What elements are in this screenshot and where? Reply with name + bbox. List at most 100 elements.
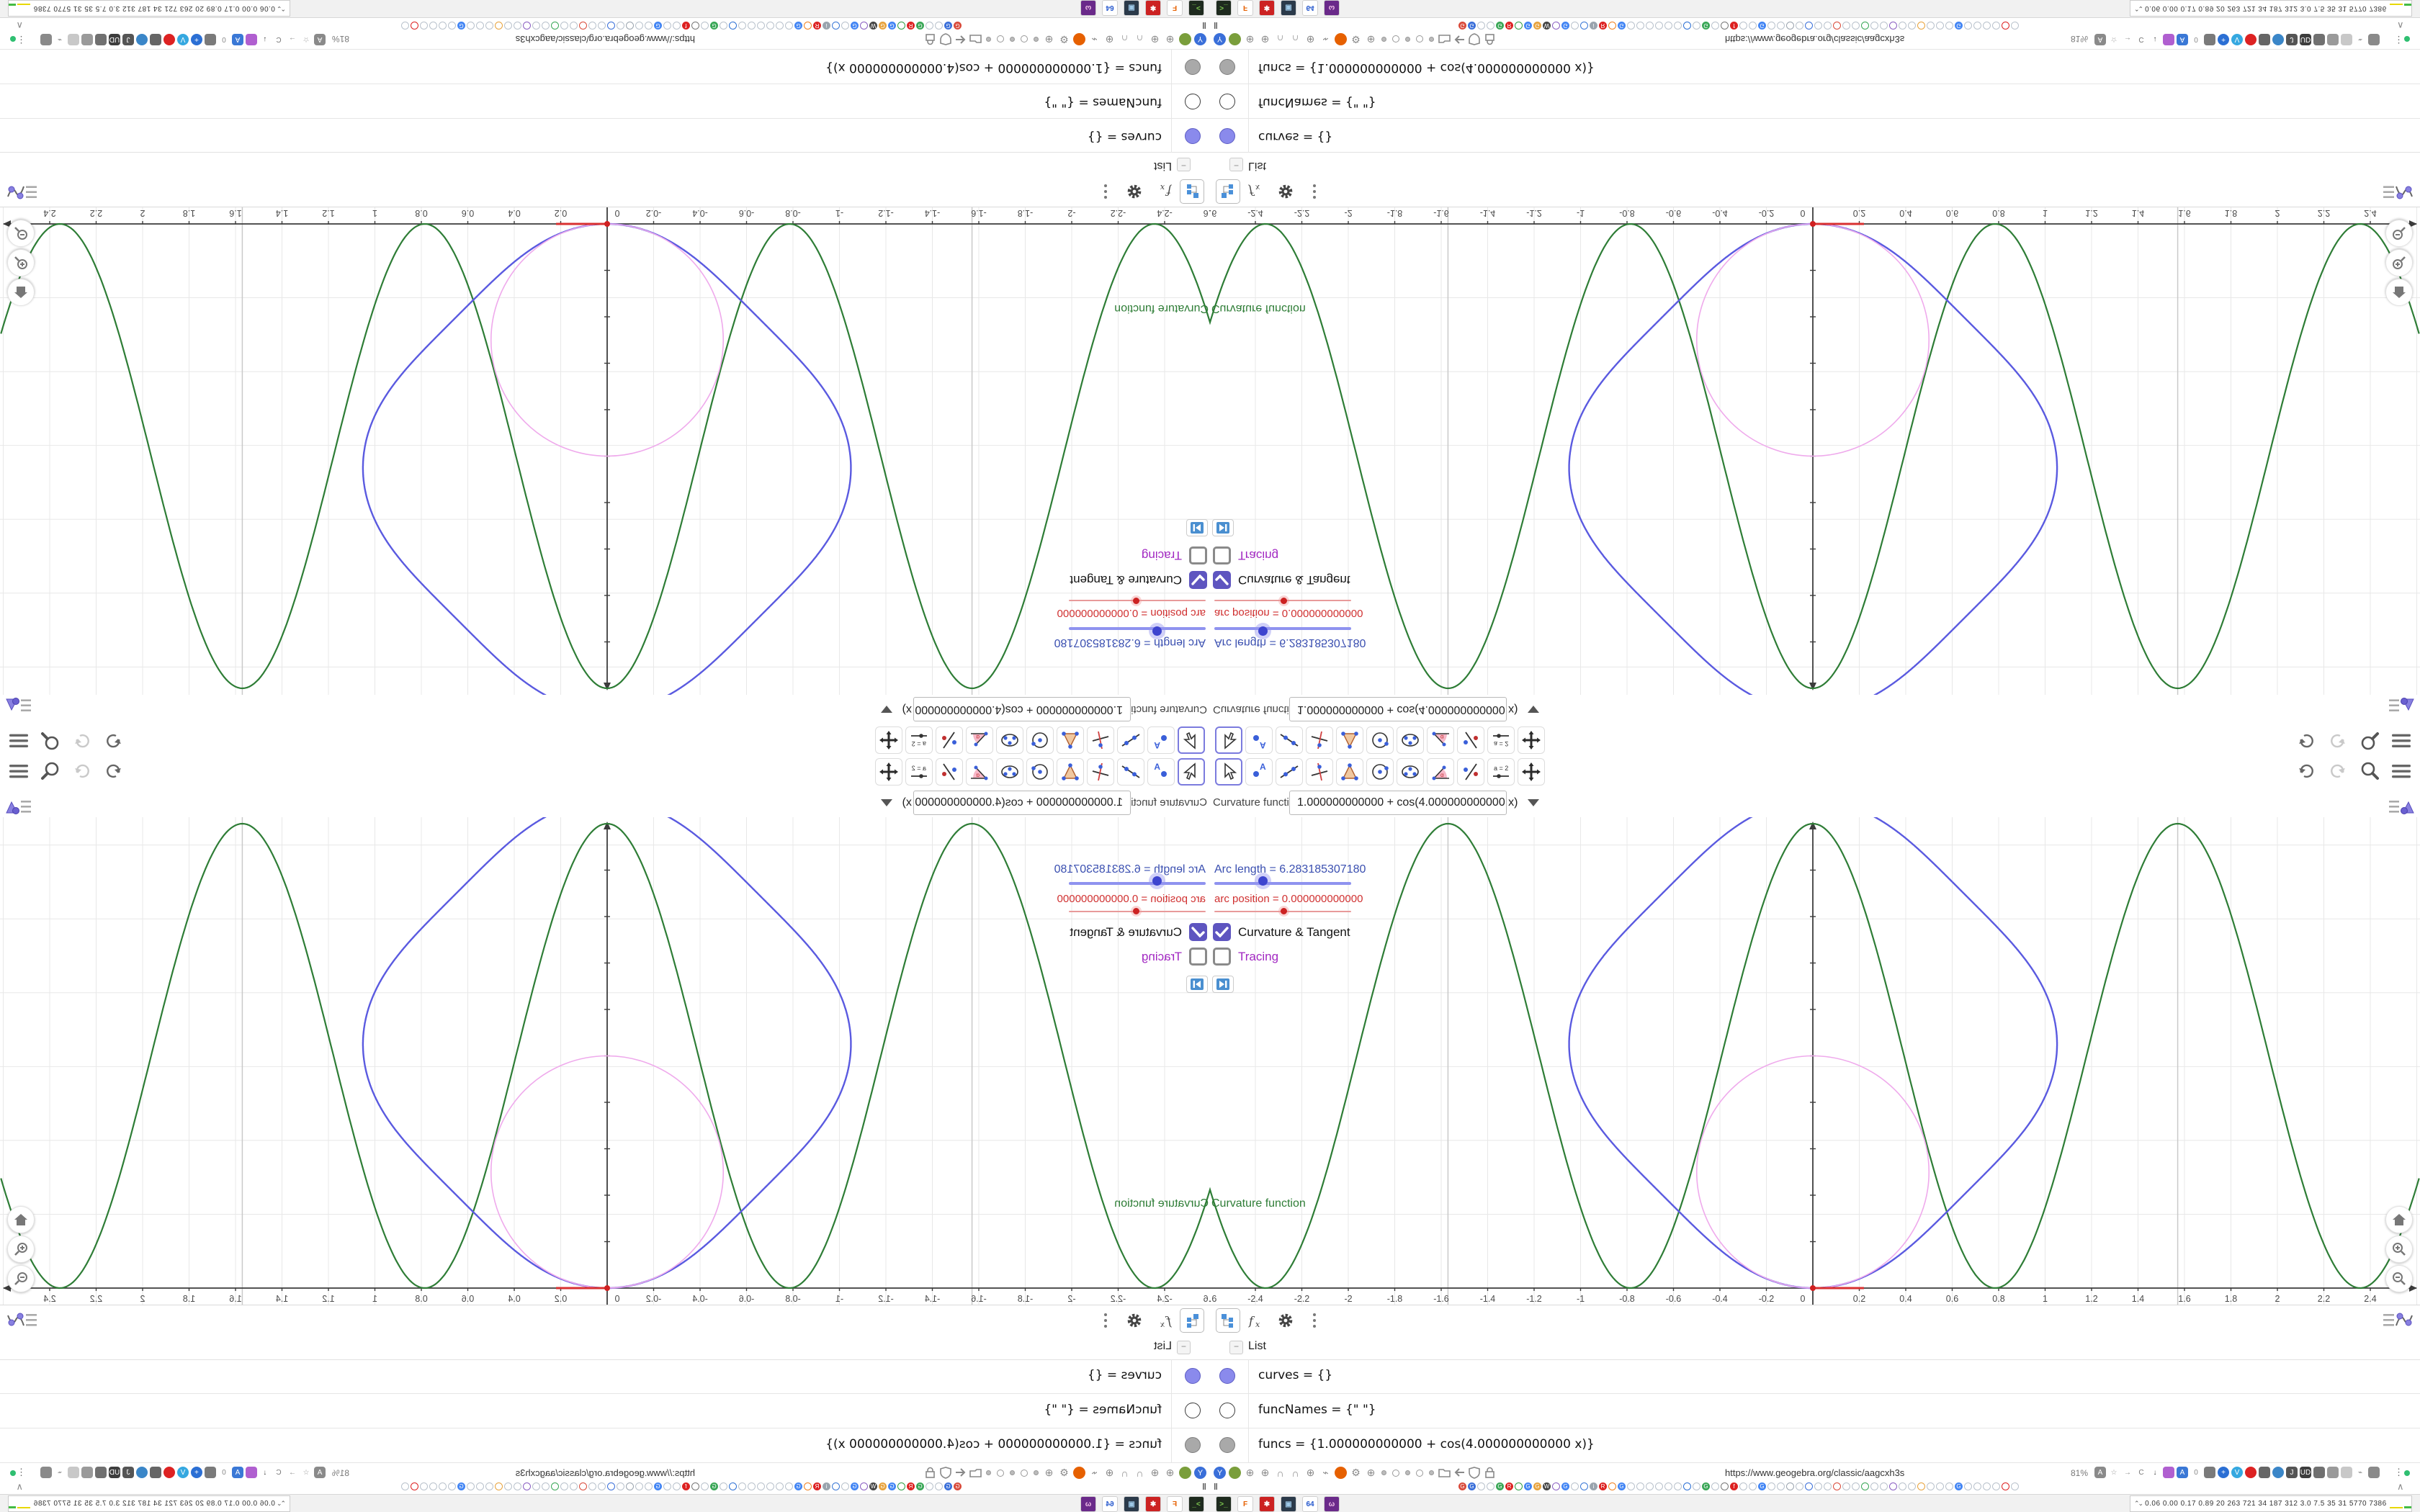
- collapse-list-button[interactable]: −: [1177, 158, 1191, 171]
- bookmark-favicon[interactable]: [626, 22, 634, 30]
- headset-icon[interactable]: ∩: [1134, 33, 1146, 45]
- algebra-expression[interactable]: curves = {}: [1088, 130, 1162, 144]
- bookmark-favicon[interactable]: R: [813, 1482, 821, 1490]
- bookmark-favicon[interactable]: [1908, 1482, 1916, 1490]
- shield-icon[interactable]: [2313, 34, 2325, 45]
- bookmark-favicon[interactable]: [1608, 22, 1616, 30]
- tool-move-graphics-view[interactable]: [875, 726, 902, 754]
- video-download-icon[interactable]: V: [177, 34, 189, 45]
- search-button[interactable]: [2358, 760, 2381, 783]
- pin-icon[interactable]: Y: [1194, 33, 1206, 45]
- bookmark-favicon[interactable]: i: [1590, 1482, 1597, 1490]
- translate-icon[interactable]: A: [232, 34, 243, 45]
- visibility-dot-funcs[interactable]: [1219, 59, 1235, 75]
- wrench-icon[interactable]: ⌁: [54, 34, 66, 45]
- back-arrow-icon[interactable]: [1453, 33, 1466, 45]
- tool-move[interactable]: [1215, 758, 1242, 786]
- zoom-in-button[interactable]: [2385, 1236, 2413, 1263]
- bookmark-favicon[interactable]: [1749, 1482, 1757, 1490]
- bookmark-favicon[interactable]: [532, 1482, 540, 1490]
- tool-angle[interactable]: α: [1427, 758, 1454, 786]
- bookmark-favicon[interactable]: G: [851, 1482, 859, 1490]
- menu-button[interactable]: [2390, 729, 2413, 752]
- translate-icon[interactable]: A: [232, 1467, 243, 1478]
- algebra-expression[interactable]: funcs = {1.000000000000 + cos(4.00000000…: [1258, 1437, 1595, 1452]
- tool-move-graphics-view[interactable]: [1518, 758, 1545, 786]
- skip-forward-button[interactable]: [1212, 976, 1234, 993]
- bookmark-favicon[interactable]: [1739, 1482, 1747, 1490]
- shield-icon[interactable]: [939, 33, 951, 45]
- bookmark-favicon[interactable]: [467, 1482, 475, 1490]
- recorder-icon[interactable]: [163, 34, 175, 45]
- bookmark-favicon[interactable]: [1824, 1482, 1832, 1490]
- bookmark-favicon[interactable]: [1674, 22, 1682, 30]
- arc-position-slider[interactable]: [1214, 906, 1351, 917]
- bookmark-favicon[interactable]: G: [879, 1482, 887, 1490]
- mouse-icon[interactable]: 0: [2190, 1467, 2202, 1478]
- tracing-checkbox[interactable]: [1213, 948, 1231, 966]
- bookmark-favicon[interactable]: G: [916, 1482, 924, 1490]
- bookmark-favicon[interactable]: [1805, 1482, 1813, 1490]
- bookmark-favicon[interactable]: [1636, 22, 1644, 30]
- bookmark-favicon[interactable]: [860, 1482, 868, 1490]
- avatar-icon[interactable]: [1179, 33, 1191, 45]
- algebra-row-funcs[interactable]: funcs = {1.000000000000 + cos(4.00000000…: [1210, 49, 2420, 84]
- tool-angle[interactable]: α: [1427, 726, 1454, 754]
- taskbar-app-red-settings[interactable]: ✱: [1259, 0, 1275, 16]
- tool-line[interactable]: [1276, 758, 1303, 786]
- bookmark-star-icon[interactable]: ☆: [300, 1467, 312, 1478]
- globe-icon[interactable]: ⊕: [1365, 33, 1377, 45]
- tool-circle-with-center[interactable]: [1366, 726, 1394, 754]
- bookmark-favicon[interactable]: [766, 1482, 774, 1490]
- sort-tree-button[interactable]: [1180, 1308, 1204, 1333]
- bookmark-favicon[interactable]: [1777, 1482, 1785, 1490]
- bookmark-favicon[interactable]: [785, 1482, 793, 1490]
- bookmark-favicon[interactable]: [1992, 22, 2000, 30]
- bookmark-favicon[interactable]: R: [1599, 1482, 1607, 1490]
- bookmark-favicon[interactable]: [1580, 22, 1588, 30]
- add-icon[interactable]: +: [191, 34, 202, 45]
- bookmark-favicon[interactable]: [570, 22, 578, 30]
- settings-gear-button[interactable]: [1273, 1308, 1298, 1333]
- undo-button[interactable]: [102, 760, 125, 783]
- mouse-icon[interactable]: 0: [218, 34, 230, 45]
- overflow-menu-icon[interactable]: ⋮: [2394, 1467, 2403, 1478]
- zoom-out-button[interactable]: [7, 220, 35, 247]
- tool-reflect-about-line[interactable]: [936, 758, 963, 786]
- algebra-expression[interactable]: funcNames = {" "}: [1258, 95, 1376, 109]
- reader-icon[interactable]: A: [314, 1467, 326, 1478]
- bookmark-favicon[interactable]: [429, 1482, 437, 1490]
- visibility-dot-funcNames[interactable]: [1185, 1403, 1201, 1418]
- lock-icon[interactable]: [924, 33, 936, 45]
- bookmark-favicon[interactable]: [1580, 1482, 1588, 1490]
- bookmark-favicon[interactable]: [1908, 22, 1916, 30]
- bookmark-favicon[interactable]: [504, 1482, 512, 1490]
- visibility-dot-funcs[interactable]: [1185, 1437, 1201, 1453]
- globe-icon[interactable]: ⊕: [1043, 1467, 1055, 1479]
- bookmark-favicon[interactable]: [635, 1482, 643, 1490]
- kebab-menu-icon[interactable]: [1093, 179, 1118, 204]
- slider-thumb[interactable]: [1281, 908, 1287, 914]
- shield-icon[interactable]: [1469, 1467, 1481, 1479]
- gear-icon[interactable]: [205, 1467, 216, 1478]
- bookmark-favicon[interactable]: G: [1955, 22, 1963, 30]
- algebra-row-curves[interactable]: curves = {}: [0, 1359, 1210, 1394]
- taskbar-app-monitor[interactable]: ▣: [1124, 0, 1139, 16]
- tool-circle-with-center[interactable]: [1366, 758, 1394, 786]
- algebra-expression[interactable]: funcs = {1.000000000000 + cos(4.00000000…: [1258, 60, 1595, 75]
- bookmark-favicon[interactable]: [1880, 1482, 1888, 1490]
- bookmark-favicon[interactable]: [766, 22, 774, 30]
- folder-icon[interactable]: [1438, 33, 1451, 45]
- folder-icon[interactable]: [969, 33, 982, 45]
- bookmark-favicon[interactable]: [1721, 22, 1729, 30]
- bookmark-favicon[interactable]: [411, 22, 418, 30]
- settings-gear-icon[interactable]: [40, 1467, 52, 1478]
- pin-icon[interactable]: Y: [1214, 1467, 1226, 1479]
- bookmark-favicon[interactable]: [1646, 1482, 1654, 1490]
- bookmark-favicon[interactable]: [673, 22, 681, 30]
- bookmark-favicon[interactable]: [1861, 22, 1869, 30]
- globe-color-icon[interactable]: [2272, 34, 2284, 45]
- taskbar-app-cat[interactable]: ω: [1080, 0, 1096, 16]
- globe-color-icon[interactable]: [136, 34, 148, 45]
- url-text[interactable]: https://www.geogebra.org/classic/aagcxh3…: [516, 1467, 695, 1478]
